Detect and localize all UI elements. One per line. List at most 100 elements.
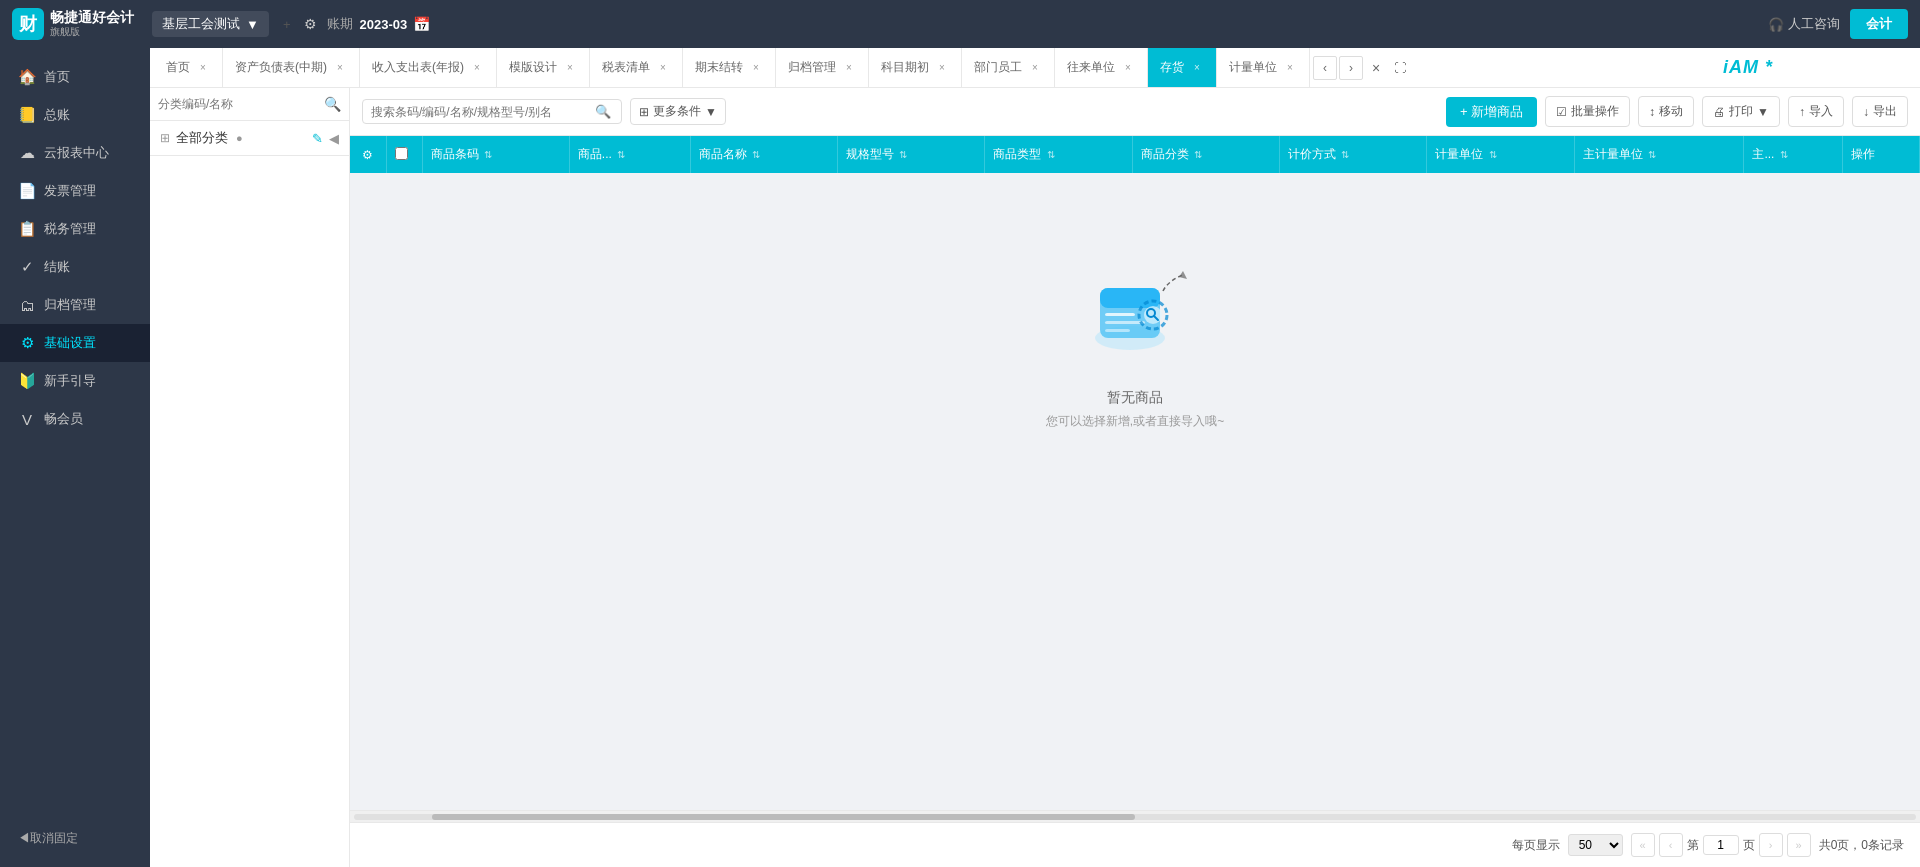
category-search-input[interactable] [158,97,320,111]
th-main-unit[interactable]: 主计量单位 ⇅ [1574,136,1744,173]
import-button[interactable]: ↑ 导入 [1788,96,1844,127]
tab-subject[interactable]: 科目期初 × [869,48,962,88]
tab-customer[interactable]: 往来单位 × [1055,48,1148,88]
ledger-icon: 📒 [18,106,36,124]
total-records: 共0页，0条记录 [1819,837,1904,854]
tab-label-income: 收入支出表(年报) [372,59,464,76]
tab-home[interactable]: 首页 × [154,48,223,88]
tab-taxlist[interactable]: 税表清单 × [590,48,683,88]
top-header: 财 畅捷通好会计 旗舰版 基层工会测试 ▼ + ⚙ 账期 2023-03 📅 🎧… [0,0,1920,48]
sidebar-item-archive[interactable]: 🗂 归档管理 [0,286,150,324]
page-next-btn[interactable]: › [1759,833,1783,857]
svg-rect-4 [1105,321,1145,324]
tab-expand-btn[interactable]: ⛶ [1388,56,1412,80]
sidebar-item-settings[interactable]: ⚙ 基础设置 [0,324,150,362]
page-size-select[interactable]: 50 100 200 [1568,834,1623,856]
tab-close-dept[interactable]: × [1028,61,1042,75]
tab-unit[interactable]: 计量单位 × [1217,48,1310,88]
select-all-checkbox[interactable] [395,147,408,160]
move-button[interactable]: ↕ 移动 [1638,96,1694,127]
tab-inventory[interactable]: 存货 × [1148,48,1217,88]
pagination: 每页显示 50 100 200 « ‹ 第 页 › » [350,822,1920,867]
tab-close-period[interactable]: × [749,61,763,75]
batch-operation-button[interactable]: ☑ 批量操作 [1545,96,1630,127]
content-area: 首页 × 资产负债表(中期) × 收入支出表(年报) × 模版设计 × 税表清单… [150,48,1920,867]
sidebar-item-close[interactable]: ✓ 结账 [0,248,150,286]
tab-prev-btn[interactable]: ‹ [1313,56,1337,80]
th-type[interactable]: 商品类型 ⇅ [985,136,1132,173]
print-button[interactable]: 🖨 打印 ▼ [1702,96,1780,127]
sidebar-item-invoice[interactable]: 📄 发票管理 [0,172,150,210]
product-search-icon[interactable]: 🔍 [595,104,611,119]
page-last-btn[interactable]: » [1787,833,1811,857]
category-search-icon[interactable]: 🔍 [324,96,341,112]
tab-close-inventory[interactable]: × [1190,61,1204,75]
th-barcode[interactable]: 商品条码 ⇅ [422,136,569,173]
tab-close-archive[interactable]: × [842,61,856,75]
th-gear[interactable]: ⚙ [350,136,386,173]
sidebar-item-tax[interactable]: 📋 税务管理 [0,210,150,248]
tab-close-taxlist[interactable]: × [656,61,670,75]
tab-dept[interactable]: 部门员工 × [962,48,1055,88]
collapse-icon[interactable]: ◀ [329,131,339,146]
filter-button[interactable]: ⊞ 更多条件 ▼ [630,98,726,125]
sidebar-label-guide: 新手引导 [44,372,96,390]
tab-template[interactable]: 模版设计 × [497,48,590,88]
help-button[interactable]: 🎧 人工咨询 [1768,15,1840,33]
sidebar-item-member[interactable]: V 畅会员 [0,400,150,438]
tab-close-income[interactable]: × [470,61,484,75]
th-name[interactable]: 商品名称 ⇅ [690,136,837,173]
logo-area: 财 畅捷通好会计 旗舰版 [12,8,142,40]
edit-category-icon[interactable]: ✎ [312,131,323,146]
tab-period[interactable]: 期末结转 × [683,48,776,88]
batch-icon: ☑ [1556,105,1567,119]
empty-state: 暂无商品 您可以选择新增,或者直接导入哦~ [350,173,1920,510]
page-prev-btn[interactable]: ‹ [1659,833,1683,857]
company-selector[interactable]: 基层工会测试 ▼ [152,11,269,37]
th-code[interactable]: 商品... ⇅ [569,136,690,173]
export-button[interactable]: ↓ 导出 [1852,96,1908,127]
tab-close-all-btn[interactable]: × [1364,56,1388,80]
tab-label-dept: 部门员工 [974,59,1022,76]
th-checkbox[interactable] [386,136,422,173]
settings-sidebar-icon: ⚙ [18,334,36,352]
add-product-button[interactable]: + 新增商品 [1446,97,1537,127]
account-button[interactable]: 会计 [1850,9,1908,39]
tab-label-home: 首页 [166,59,190,76]
page-end-label: 页 [1743,837,1755,854]
iam-badge: iAM * [1723,57,1773,78]
page-number-input[interactable] [1703,835,1739,855]
tab-label-unit: 计量单位 [1229,59,1277,76]
sidebar-footer-unpin[interactable]: ◀取消固定 [0,820,150,857]
settings-icon[interactable]: ⚙ [304,16,317,32]
sidebar-item-guide[interactable]: 🔰 新手引导 [0,362,150,400]
th-price-method[interactable]: 计价方式 ⇅ [1279,136,1426,173]
page-first-btn[interactable]: « [1631,833,1655,857]
tab-close-template[interactable]: × [563,61,577,75]
invoice-icon: 📄 [18,182,36,200]
th-spec[interactable]: 规格型号 ⇅ [838,136,985,173]
tab-close-home[interactable]: × [196,61,210,75]
home-icon: 🏠 [18,68,36,86]
tab-next-btn[interactable]: › [1339,56,1363,80]
sidebar-item-home[interactable]: 🏠 首页 [0,58,150,96]
th-unit[interactable]: 计量单位 ⇅ [1427,136,1574,173]
sidebar: 🏠 首页 📒 总账 ☁ 云报表中心 📄 发票管理 📋 税务管理 ✓ 结账 🗂 归… [0,48,150,867]
sidebar-label-ledger: 总账 [44,106,70,124]
calendar-icon[interactable]: 📅 [413,16,430,32]
scroll-thumb[interactable] [432,814,1135,820]
tab-balance[interactable]: 资产负债表(中期) × [223,48,360,88]
scroll-track[interactable] [354,814,1916,820]
tab-close-subject[interactable]: × [935,61,949,75]
product-search-input[interactable] [371,105,591,119]
tab-income[interactable]: 收入支出表(年报) × [360,48,497,88]
tab-close-customer[interactable]: × [1121,61,1135,75]
import-icon: ↑ [1799,105,1805,119]
tab-archive[interactable]: 归档管理 × [776,48,869,88]
th-main2[interactable]: 主... ⇅ [1744,136,1842,173]
th-category[interactable]: 商品分类 ⇅ [1132,136,1279,173]
tab-close-unit[interactable]: × [1283,61,1297,75]
sidebar-item-cloud[interactable]: ☁ 云报表中心 [0,134,150,172]
sidebar-item-ledger[interactable]: 📒 总账 [0,96,150,134]
tab-close-balance[interactable]: × [333,61,347,75]
